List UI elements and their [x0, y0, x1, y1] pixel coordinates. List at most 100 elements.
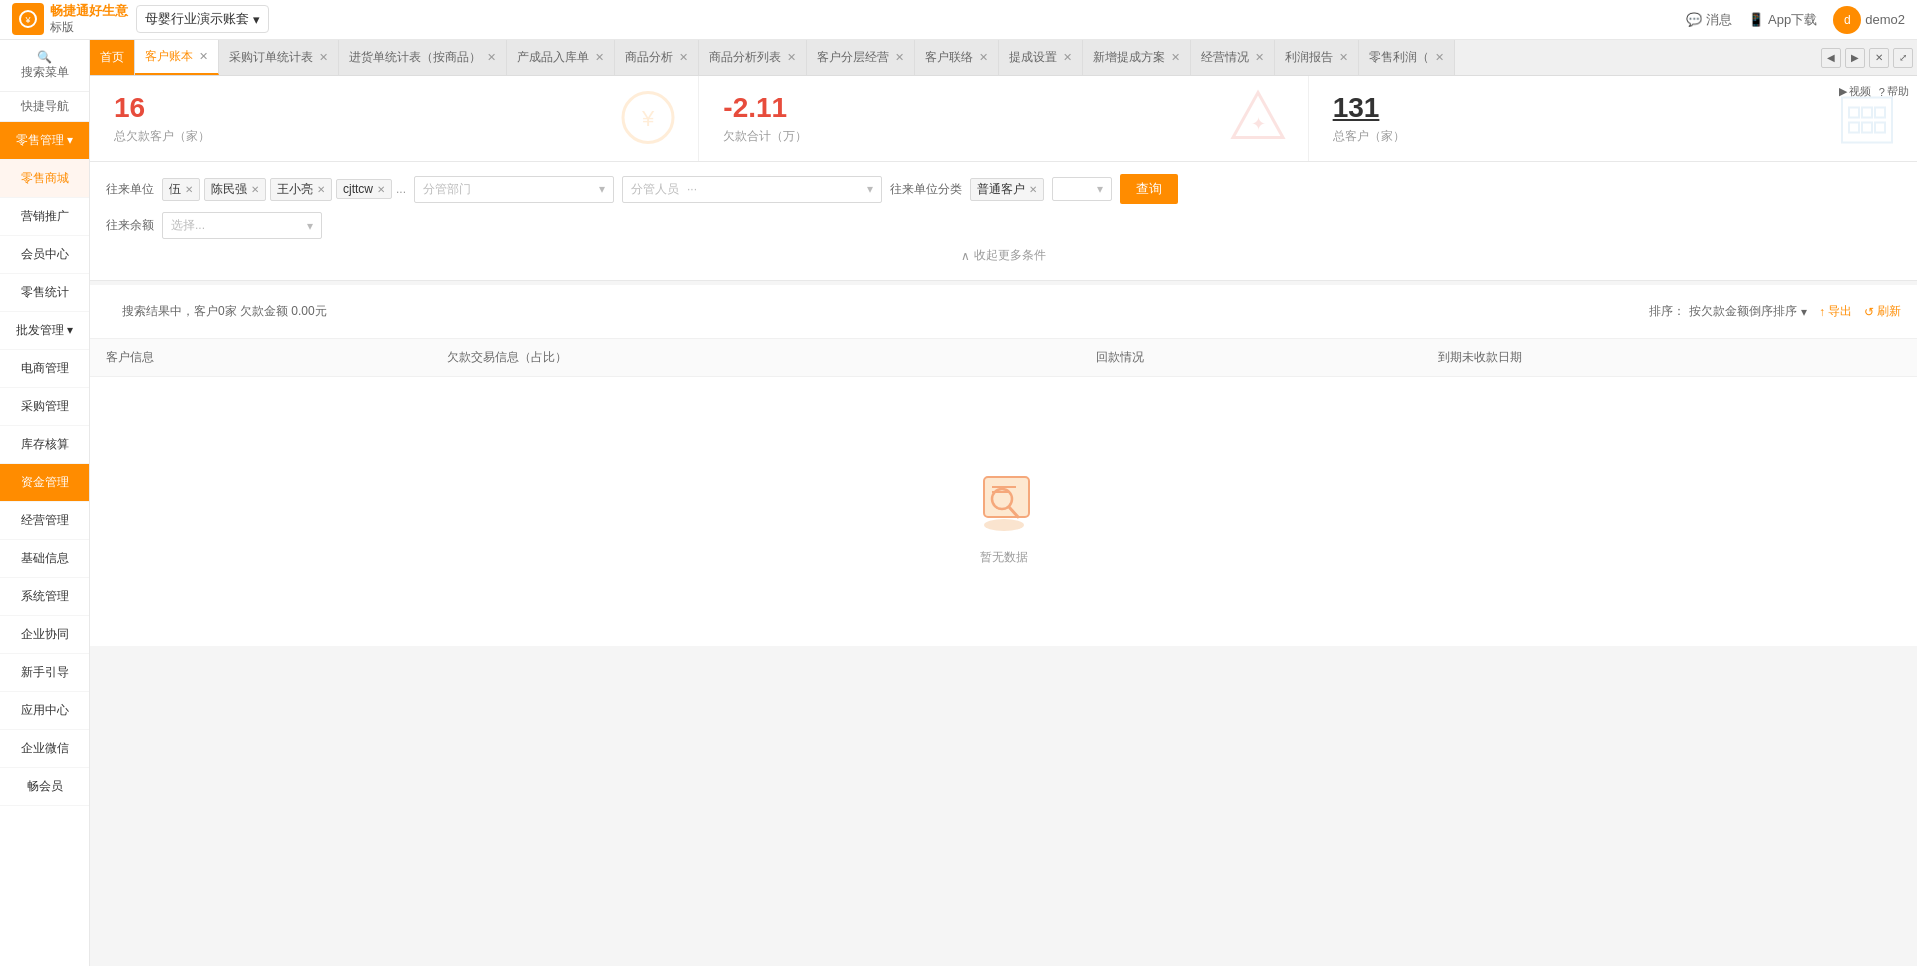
- stat-customers-info: 16 总欠款客户（家）: [114, 92, 210, 145]
- tab-close-icon[interactable]: ✕: [1255, 51, 1264, 64]
- content-area: 首页 客户账本 ✕ 采购订单统计表 ✕ 进货单统计表（按商品） ✕ 产成品入库单…: [90, 40, 1917, 966]
- tab-close-icon[interactable]: ✕: [1171, 51, 1180, 64]
- tab-close-icon[interactable]: ✕: [1063, 51, 1072, 64]
- sort-select[interactable]: 排序： 按欠款金额倒序排序 ▾: [1649, 303, 1807, 320]
- tab-close-icon[interactable]: ✕: [679, 51, 688, 64]
- sidebar-item-vip-member[interactable]: 畅会员: [0, 768, 89, 806]
- collapse-filters-btn[interactable]: ∧ 收起更多条件: [961, 247, 1046, 264]
- remove-tag-chen[interactable]: ✕: [251, 184, 259, 195]
- stat-all-customers-info: 131 总客户（家）: [1333, 92, 1405, 145]
- tab-next-btn[interactable]: ▶: [1845, 48, 1865, 68]
- tab-close-icon[interactable]: ✕: [787, 51, 796, 64]
- result-info: 搜索结果中，客户0家 欠款金额 0.00元: [106, 295, 343, 328]
- sidebar-item-enterprise-coop[interactable]: 企业协同: [0, 616, 89, 654]
- sidebar-item-enterprise-wechat[interactable]: 企业微信: [0, 730, 89, 768]
- tab-close-icon[interactable]: ✕: [199, 50, 208, 63]
- tab-operation-status[interactable]: 经营情况 ✕: [1191, 40, 1275, 75]
- sidebar-item-operation-mgmt[interactable]: 经营管理: [0, 502, 89, 540]
- stat-debt-info: -2.11 欠款合计（万）: [723, 92, 807, 145]
- sidebar-item-wholesale-mgmt[interactable]: 批发管理 ▾: [0, 312, 89, 350]
- sidebar-item-basic-info[interactable]: 基础信息: [0, 540, 89, 578]
- tab-promotion-settings[interactable]: 提成设置 ✕: [999, 40, 1083, 75]
- remove-tag-cjttcw[interactable]: ✕: [377, 184, 385, 195]
- tab-retail-profit[interactable]: 零售利润（ ✕: [1359, 40, 1455, 75]
- tab-production-inbound[interactable]: 产成品入库单 ✕: [507, 40, 615, 75]
- table-toolbar: 搜索结果中，客户0家 欠款金额 0.00元 排序： 按欠款金额倒序排序 ▾ ↑ …: [90, 285, 1917, 339]
- remove-tag-wang[interactable]: ✕: [317, 184, 325, 195]
- tab-new-scheme[interactable]: 新增提成方案 ✕: [1083, 40, 1191, 75]
- refresh-icon: ↺: [1864, 305, 1874, 319]
- tab-close-icon[interactable]: ✕: [1435, 51, 1444, 64]
- sidebar-item-purchase-mgmt[interactable]: 采购管理: [0, 388, 89, 426]
- chevron-down-icon: ▾: [1097, 182, 1103, 196]
- tab-close-icon[interactable]: ✕: [979, 51, 988, 64]
- tab-customer-tier[interactable]: 客户分层经营 ✕: [807, 40, 915, 75]
- tab-product-analysis-list[interactable]: 商品分析列表 ✕: [699, 40, 807, 75]
- sidebar-item-app-center[interactable]: 应用中心: [0, 692, 89, 730]
- filter-more-person-icon: ···: [687, 182, 697, 196]
- stat-debt-value: -2.11: [723, 92, 807, 124]
- unit-filter-label: 往来单位: [106, 181, 154, 198]
- sidebar-item-ecommerce-mgmt[interactable]: 电商管理: [0, 350, 89, 388]
- user-profile[interactable]: d demo2: [1833, 6, 1905, 34]
- tab-customer-accounts[interactable]: 客户账本 ✕: [135, 40, 219, 75]
- svg-text:¥: ¥: [24, 15, 31, 25]
- svg-rect-7: [1849, 107, 1859, 117]
- sidebar-item-retail-mgmt[interactable]: 零售管理 ▾: [0, 122, 89, 160]
- tab-close-all-btn[interactable]: ✕: [1869, 48, 1889, 68]
- person-filter[interactable]: 分管人员 ··· ▾: [622, 176, 882, 203]
- quick-nav-btn[interactable]: 快捷导航: [0, 92, 89, 122]
- empty-icon: [964, 457, 1044, 537]
- tab-close-icon[interactable]: ✕: [895, 51, 904, 64]
- chevron-up-icon: ∧: [961, 249, 970, 263]
- export-btn[interactable]: ↑ 导出: [1819, 303, 1852, 320]
- tab-close-icon[interactable]: ✕: [487, 51, 496, 64]
- tab-prev-btn[interactable]: ◀: [1821, 48, 1841, 68]
- remove-tag-wu[interactable]: ✕: [185, 184, 193, 195]
- store-selector[interactable]: 母婴行业演示账套 ▾: [136, 5, 269, 33]
- filter-tag-chen: 陈民强 ✕: [204, 178, 266, 201]
- tab-inbound-stats[interactable]: 进货单统计表（按商品） ✕: [339, 40, 507, 75]
- message-icon: 💬: [1686, 12, 1702, 27]
- tab-purchase-order-stats[interactable]: 采购订单统计表 ✕: [219, 40, 339, 75]
- tab-product-analysis[interactable]: 商品分析 ✕: [615, 40, 699, 75]
- filter-tag-cjttcw: cjttcw ✕: [336, 179, 392, 199]
- tab-home[interactable]: 首页: [90, 40, 135, 75]
- remove-customer-type[interactable]: ✕: [1029, 184, 1037, 195]
- sidebar-item-marketing[interactable]: 营销推广: [0, 198, 89, 236]
- filter-tag-wang: 王小亮 ✕: [270, 178, 332, 201]
- tab-close-icon[interactable]: ✕: [319, 51, 328, 64]
- empty-label: 暂无数据: [980, 549, 1028, 566]
- filter-more-btn[interactable]: ...: [396, 182, 406, 196]
- chevron-down-icon: ▾: [67, 323, 73, 337]
- unit-type-dropdown[interactable]: ▾: [1052, 177, 1112, 201]
- sidebar-item-new-guide[interactable]: 新手引导: [0, 654, 89, 692]
- query-button[interactable]: 查询: [1120, 174, 1178, 204]
- filter-tag-wu: 伍 ✕: [162, 178, 200, 201]
- sidebar-item-inventory-check[interactable]: 库存核算: [0, 426, 89, 464]
- tab-profit-report[interactable]: 利润报告 ✕: [1275, 40, 1359, 75]
- sidebar-search-btn[interactable]: 🔍 搜索菜单: [0, 40, 89, 92]
- app-download-btn[interactable]: 📱 App下载: [1748, 11, 1817, 29]
- tab-expand-btn[interactable]: ⤢: [1893, 48, 1913, 68]
- table-area: 搜索结果中，客户0家 欠款金额 0.00元 排序： 按欠款金额倒序排序 ▾ ↑ …: [90, 285, 1917, 647]
- sidebar-item-retail-stats[interactable]: 零售统计: [0, 274, 89, 312]
- sidebar-item-system-mgmt[interactable]: 系统管理: [0, 578, 89, 616]
- message-btn[interactable]: 💬 消息: [1686, 11, 1732, 29]
- balance-filter[interactable]: 选择... ▾: [162, 212, 322, 239]
- stats-row: ¥ 16 总欠款客户（家） ✦ -2.11 欠款合计（万）: [90, 76, 1917, 162]
- logo-text: 畅捷通好生意 标版: [50, 3, 128, 35]
- sidebar-item-member-center[interactable]: 会员中心: [0, 236, 89, 274]
- refresh-btn[interactable]: ↺ 刷新: [1864, 303, 1901, 320]
- svg-rect-14: [984, 477, 1029, 517]
- sidebar-item-capital-mgmt[interactable]: 资金管理: [0, 464, 89, 502]
- tab-customer-connect[interactable]: 客户联络 ✕: [915, 40, 999, 75]
- tab-close-icon[interactable]: ✕: [595, 51, 604, 64]
- dept-filter[interactable]: 分管部门 ▾: [414, 176, 614, 203]
- stat-all-customers-value: 131: [1333, 92, 1405, 124]
- tab-close-icon[interactable]: ✕: [1339, 51, 1348, 64]
- top-bar: ¥ 畅捷通好生意 标版 母婴行业演示账套 ▾ 💬 消息 📱 App下载 d de…: [0, 0, 1917, 40]
- filter-tags-container: 伍 ✕ 陈民强 ✕ 王小亮 ✕ cjttcw ✕: [162, 178, 406, 201]
- sidebar-item-retail-mall[interactable]: 零售商城: [0, 160, 89, 198]
- chevron-down-icon: ▾: [67, 133, 73, 147]
